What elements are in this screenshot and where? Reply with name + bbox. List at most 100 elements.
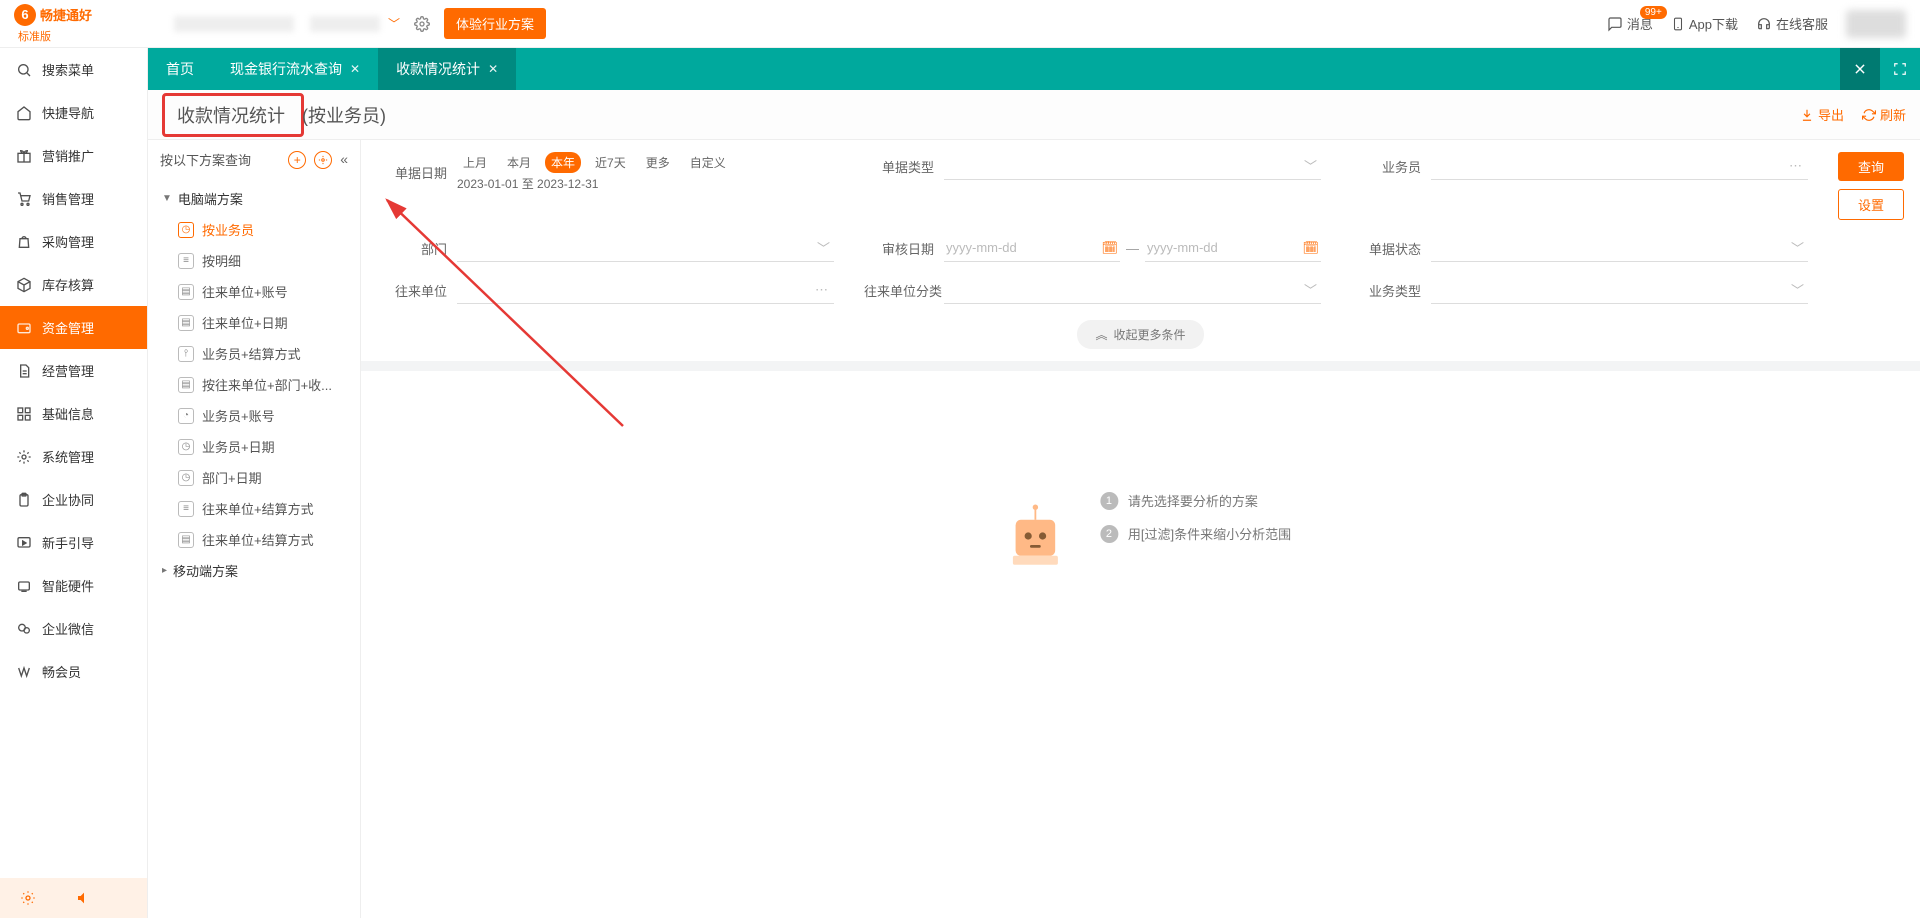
nav-item-hw[interactable]: 智能硬件 (0, 564, 147, 607)
settings-icon[interactable] (20, 890, 36, 906)
tab[interactable]: 现金银行流水查询✕ (212, 48, 378, 90)
edition-label: 标准版 (18, 28, 51, 44)
tab-fullscreen[interactable] (1880, 48, 1920, 90)
export-button[interactable]: 导出 (1800, 105, 1844, 124)
scheme-item[interactable]: ◷部门+日期 (148, 462, 360, 493)
tab-bar: 首页现金银行流水查询✕收款情况统计✕ (148, 48, 1920, 90)
nav-item-doc[interactable]: 经营管理 (0, 349, 147, 392)
filter-area: 单据日期 上月本月本年近7天更多自定义 2023-01-01 至 2023-12… (361, 140, 1920, 918)
date-chip[interactable]: 本年 (545, 152, 581, 173)
nav-item-grid[interactable]: 基础信息 (0, 392, 147, 435)
close-icon[interactable]: ✕ (488, 62, 498, 76)
download-link[interactable]: App下载 (1671, 14, 1738, 33)
scheme-item[interactable]: ◷按业务员 (148, 214, 360, 245)
settings-button[interactable]: 设置 (1838, 189, 1904, 220)
download-label: App下载 (1689, 14, 1738, 33)
clock-icon: ◷ (178, 439, 194, 455)
nav-item-search[interactable]: 搜索菜单 (0, 48, 147, 91)
filter-partner[interactable]: 往来单位 ⋯ (377, 276, 834, 304)
page-subtitle: (按业务员) (296, 100, 392, 130)
gear-icon (16, 449, 32, 465)
list-icon: ▤ (178, 532, 194, 548)
add-scheme-icon[interactable]: + (288, 151, 306, 169)
scheme-settings-icon[interactable] (314, 151, 332, 169)
tab-close-all[interactable] (1840, 48, 1880, 90)
nav-item-wallet[interactable]: 资金管理 (0, 306, 147, 349)
date-chip[interactable]: 自定义 (684, 152, 732, 173)
scheme-item[interactable]: ≡往来单位+结算方式 (148, 493, 360, 524)
calendar-icon: 🗓 (1101, 240, 1118, 256)
filter-doc-type[interactable]: 单据类型 ﹀ (864, 152, 1321, 180)
scheme-item[interactable]: ▤按往来单位+部门+收... (148, 369, 360, 400)
scheme-group[interactable]: ▼电脑端方案 (148, 183, 360, 214)
scheme-item[interactable]: ▤往来单位+账号 (148, 276, 360, 307)
scheme-item[interactable]: ▤往来单位+日期 (148, 307, 360, 338)
audit-date-to[interactable]: yyyy-mm-dd🗓 (1145, 234, 1321, 262)
search-icon (16, 62, 32, 78)
date-chip[interactable]: 上月 (457, 152, 493, 173)
nav-item-box[interactable]: 库存核算 (0, 263, 147, 306)
company-selector[interactable]: ﹀ (174, 15, 400, 32)
tab[interactable]: 收款情况统计✕ (378, 48, 516, 90)
left-nav: 搜索菜单快捷导航营销推广销售管理采购管理库存核算资金管理经营管理基础信息系统管理… (0, 48, 148, 918)
logo-icon: 6 (14, 4, 36, 26)
filter-biz-type[interactable]: 业务类型 ﹀ (1351, 276, 1808, 304)
support-link[interactable]: 在线客服 (1756, 14, 1828, 33)
nav-item-gear[interactable]: 系统管理 (0, 435, 147, 478)
scheme-item[interactable]: ⫯业务员+结算方式 (148, 338, 360, 369)
gear-icon[interactable] (414, 16, 430, 32)
chevron-down-icon: ﹀ (388, 15, 400, 32)
box-icon (16, 277, 32, 293)
nav-item-cart[interactable]: 销售管理 (0, 177, 147, 220)
clock-icon: ◷ (178, 470, 194, 486)
filter-dept[interactable]: 部门 ﹀ (377, 234, 834, 262)
query-button[interactable]: 查询 (1838, 152, 1904, 181)
refresh-button[interactable]: 刷新 (1862, 105, 1906, 124)
more-icon: ⋯ (1789, 158, 1804, 174)
gift-icon (16, 148, 32, 164)
date-range-text: 2023-01-01 至 2023-12-31 (457, 175, 834, 192)
scheme-item[interactable]: ◔业务员+账号 (148, 400, 360, 431)
date-chip[interactable]: 近7天 (589, 152, 632, 173)
collapse-filters-button[interactable]: ︽ 收起更多条件 (1077, 320, 1203, 349)
headset-icon (1756, 16, 1772, 32)
robot-illustration (990, 491, 1080, 581)
chart-icon: ⫯ (178, 346, 194, 362)
page-title-highlight: 收款情况统计 (162, 93, 304, 137)
caret-icon: ▸ (162, 565, 167, 576)
date-chip[interactable]: 本月 (501, 152, 537, 173)
sound-icon[interactable] (76, 890, 92, 906)
nav-item-gift[interactable]: 营销推广 (0, 134, 147, 177)
scheme-item[interactable]: ≡按明细 (148, 245, 360, 276)
nav-item-vip[interactable]: 畅会员 (0, 650, 147, 693)
vip-icon (16, 664, 32, 680)
nav-item-home[interactable]: 快捷导航 (0, 91, 147, 134)
phone-icon (1671, 16, 1685, 32)
close-icon[interactable]: ✕ (350, 62, 360, 76)
scheme-item[interactable]: ◷业务员+日期 (148, 431, 360, 462)
date-chip[interactable]: 更多 (640, 152, 676, 173)
trial-button[interactable]: 体验行业方案 (444, 8, 546, 39)
filter-salesperson[interactable]: 业务员 ⋯ (1351, 152, 1808, 180)
collapse-sidebar-icon[interactable]: « (340, 151, 348, 169)
messages-link[interactable]: 消息 99+ (1607, 14, 1653, 33)
play-icon (16, 535, 32, 551)
refresh-label: 刷新 (1880, 105, 1906, 124)
nav-item-bag[interactable]: 采购管理 (0, 220, 147, 263)
scheme-item[interactable]: ▤往来单位+结算方式 (148, 524, 360, 555)
filter-doc-status[interactable]: 单据状态 ﹀ (1351, 234, 1808, 262)
filter-partner-cat[interactable]: 往来单位分类 ﹀ (864, 276, 1321, 304)
export-label: 导出 (1818, 105, 1844, 124)
top-header: 6 畅捷通好 标准版 ﹀ 体验行业方案 消息 99+ (0, 0, 1920, 48)
audit-date-from[interactable]: yyyy-mm-dd🗓 (944, 234, 1120, 262)
user-avatar[interactable] (1846, 10, 1906, 38)
nav-item-clip[interactable]: 企业协同 (0, 478, 147, 521)
scheme-group[interactable]: ▸移动端方案 (148, 555, 360, 586)
scheme-header-label: 按以下方案查询 (160, 150, 251, 169)
main-area: 首页现金银行流水查询✕收款情况统计✕ 收款情况统计 (按业务员) (148, 48, 1920, 918)
tab[interactable]: 首页 (148, 48, 212, 90)
scheme-sidebar: 按以下方案查询 + « ▼电脑端方案◷按业务员≡按明细▤往来单位+账号▤往来单位… (148, 140, 361, 918)
nav-item-play[interactable]: 新手引导 (0, 521, 147, 564)
messages-badge: 99+ (1640, 6, 1667, 19)
nav-item-wechat[interactable]: 企业微信 (0, 607, 147, 650)
